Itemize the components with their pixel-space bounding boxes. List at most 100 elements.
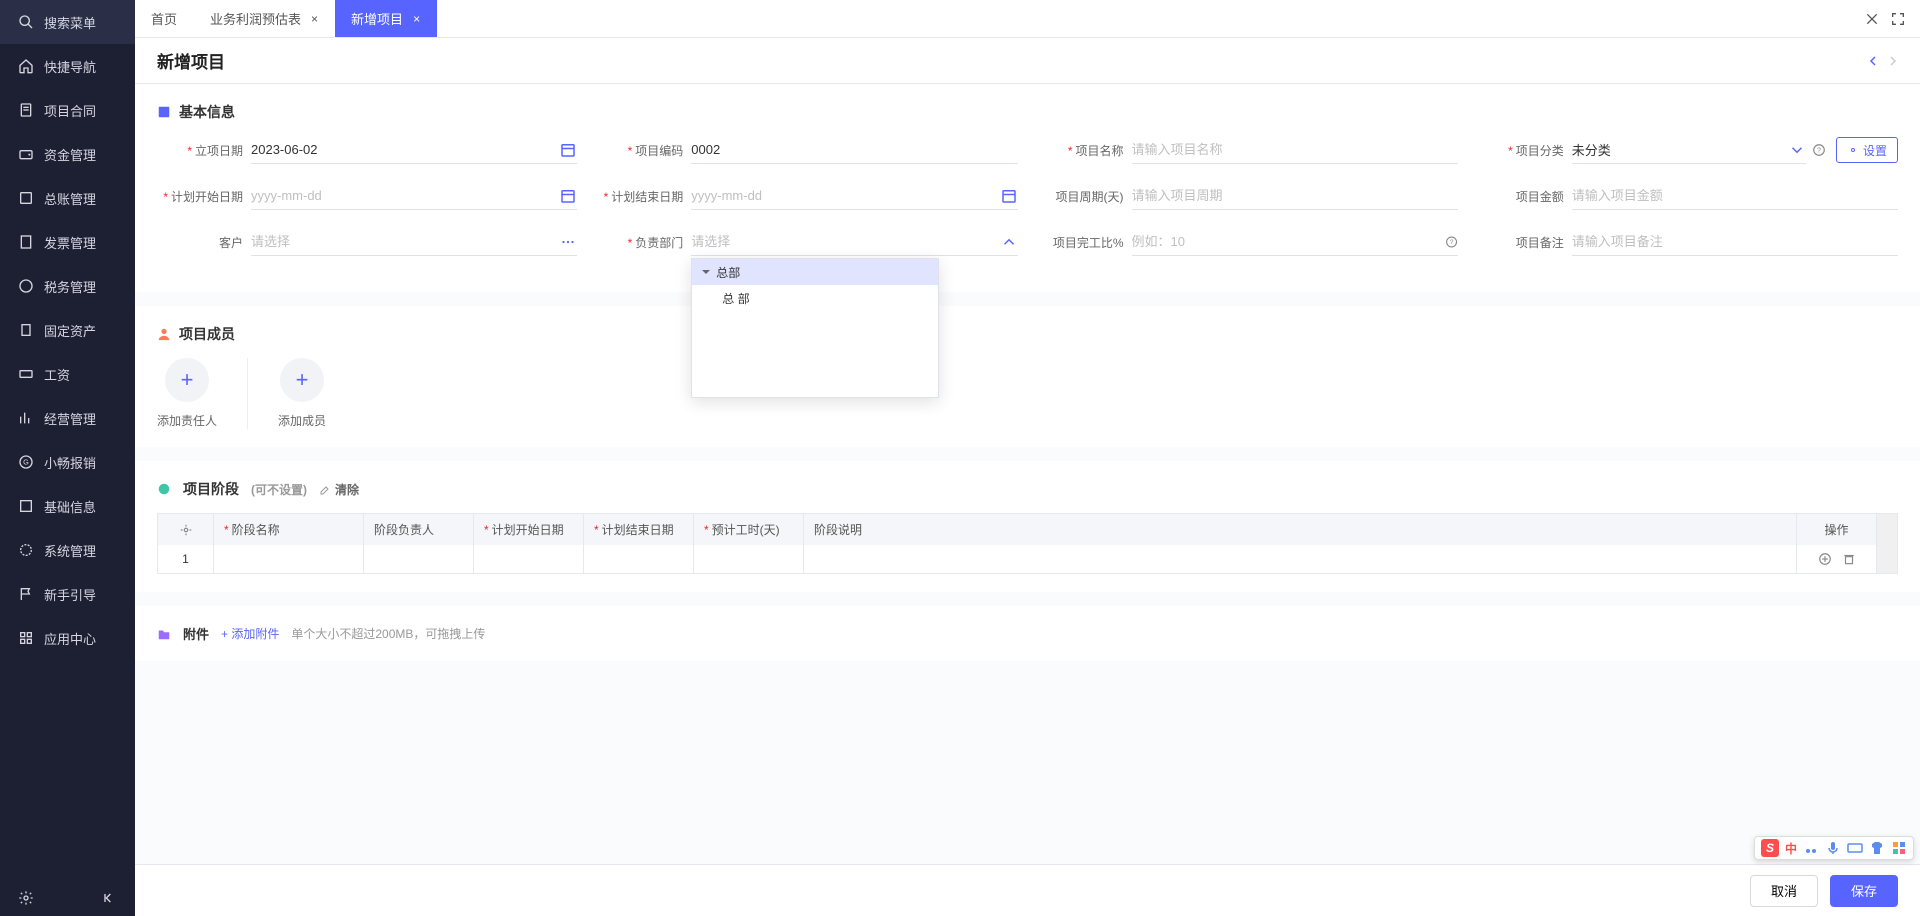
cell-desc[interactable] [804,545,1797,573]
collapse-icon[interactable] [101,890,117,906]
sidebar-item-assets[interactable]: 固定资产 [0,308,135,352]
dropdown-node-child[interactable]: 总 部 [692,285,938,311]
progress-input[interactable] [1132,234,1439,249]
sidebar-item-invoice[interactable]: 发票管理 [0,220,135,264]
ime-punct-icon[interactable] [1803,840,1819,856]
chevron-down-icon[interactable] [1788,141,1806,159]
sidebar-item-apps[interactable]: 应用中心 [0,616,135,660]
cell-end[interactable] [584,545,694,573]
department-dropdown: 总部 总 部 [691,258,939,398]
amount-input[interactable] [1572,188,1898,203]
field-department[interactable]: 总部 总 部 [691,228,1017,256]
add-row-icon[interactable] [1818,552,1832,566]
sidebar-item-baseinfo[interactable]: 基础信息 [0,484,135,528]
category-settings-button[interactable]: 设置 [1836,137,1898,163]
name-input[interactable] [1132,142,1458,157]
add-member-button[interactable]: + [280,358,324,402]
stage-table: *阶段名称 阶段负责人 *计划开始日期 *计划结束日期 *预计工时(天) 阶段说… [157,513,1898,574]
ime-keyboard-icon[interactable] [1847,840,1863,856]
sidebar-item-funds[interactable]: 资金管理 [0,132,135,176]
gear-icon [18,542,34,558]
page-head: 新增项目 [135,38,1920,84]
chevron-up-icon[interactable] [1000,233,1018,251]
settings-icon[interactable] [18,890,34,906]
field-plan-start[interactable] [251,182,577,210]
sidebar-item-expense[interactable]: G小畅报销 [0,440,135,484]
save-button[interactable]: 保存 [1830,875,1898,907]
main: 首页 业务利润预估表× 新增项目× 新增项目 基本信息 [135,0,1920,916]
close-all-icon[interactable] [1864,11,1880,27]
add-attachment-button[interactable]: + 添加附件 [221,625,279,642]
prev-icon[interactable] [1868,56,1878,66]
cancel-button[interactable]: 取消 [1750,875,1818,907]
cell-start[interactable] [474,545,584,573]
sidebar-item-business[interactable]: 经营管理 [0,396,135,440]
field-remark[interactable] [1572,228,1898,256]
cell-owner[interactable] [364,545,474,573]
sidebar-search[interactable]: 搜索菜单 [0,0,135,44]
cell-hours[interactable] [694,545,804,573]
department-input[interactable] [691,234,999,249]
sidebar-item-project[interactable]: 项目合同 [0,88,135,132]
info-icon [18,498,34,514]
field-amount[interactable] [1572,182,1898,210]
next-icon[interactable] [1888,56,1898,66]
cycle-input[interactable] [1132,188,1458,203]
delete-row-icon[interactable] [1842,552,1856,566]
field-progress[interactable]: ? [1132,228,1458,256]
fullscreen-icon[interactable] [1890,11,1906,27]
sidebar-item-tax[interactable]: 税务管理 [0,264,135,308]
tab-new-project[interactable]: 新增项目× [335,0,437,37]
remark-input[interactable] [1572,234,1898,249]
cell-name[interactable] [214,545,364,573]
svg-text:?: ? [1449,239,1453,246]
ime-toolbar[interactable]: S 中 [1754,836,1914,860]
more-icon[interactable] [559,233,577,251]
sidebar-item-guide[interactable]: 新手引导 [0,572,135,616]
help-icon[interactable]: ? [1445,235,1458,249]
ime-lang[interactable]: 中 [1785,840,1797,857]
caret-down-icon [702,270,710,274]
clear-stages-button[interactable]: 清除 [319,481,359,498]
row-index: 1 [158,545,214,573]
add-owner-button[interactable]: + [165,358,209,402]
sidebar-item-ledger[interactable]: 总账管理 [0,176,135,220]
calendar-icon[interactable] [559,187,577,205]
field-cycle[interactable] [1132,182,1458,210]
sidebar: 搜索菜单 快捷导航 项目合同 资金管理 总账管理 发票管理 税务管理 固定资产 … [0,0,135,916]
field-plan-end[interactable] [691,182,1017,210]
field-category[interactable]: 未分类 [1572,136,1806,164]
eraser-icon [319,483,331,495]
expense-icon: G [18,454,34,470]
building-icon [18,322,34,338]
plan-end-input[interactable] [691,188,999,203]
code-input[interactable] [691,142,1017,157]
section-stages-icon [157,482,171,496]
plan-start-input[interactable] [251,188,559,203]
tab-profit[interactable]: 业务利润预估表× [194,0,335,37]
ime-skin-icon[interactable] [1869,840,1885,856]
gear-icon[interactable] [179,523,193,537]
dropdown-node-root[interactable]: 总部 [692,259,938,285]
ime-toolbox-icon[interactable] [1891,840,1907,856]
apps-icon [18,630,34,646]
field-name[interactable] [1132,136,1458,164]
sidebar-item-salary[interactable]: 工资 [0,352,135,396]
calendar-icon[interactable] [559,141,577,159]
close-icon[interactable]: × [413,12,420,26]
tab-home[interactable]: 首页 [135,0,194,37]
field-date[interactable]: 2023-06-02 [251,136,577,164]
field-code[interactable] [691,136,1017,164]
flag-icon [18,586,34,602]
table-row[interactable]: 1 [158,545,1897,573]
ime-mic-icon[interactable] [1825,840,1841,856]
section-stages-title: 项目阶段 [183,479,239,499]
sidebar-item-quicknav[interactable]: 快捷导航 [0,44,135,88]
calendar-icon[interactable] [1000,187,1018,205]
scrollbar[interactable] [1877,545,1897,573]
help-icon[interactable]: ? [1812,143,1826,157]
close-icon[interactable]: × [311,12,318,26]
customer-input[interactable] [251,234,559,249]
sidebar-item-system[interactable]: 系统管理 [0,528,135,572]
field-customer[interactable] [251,228,577,256]
